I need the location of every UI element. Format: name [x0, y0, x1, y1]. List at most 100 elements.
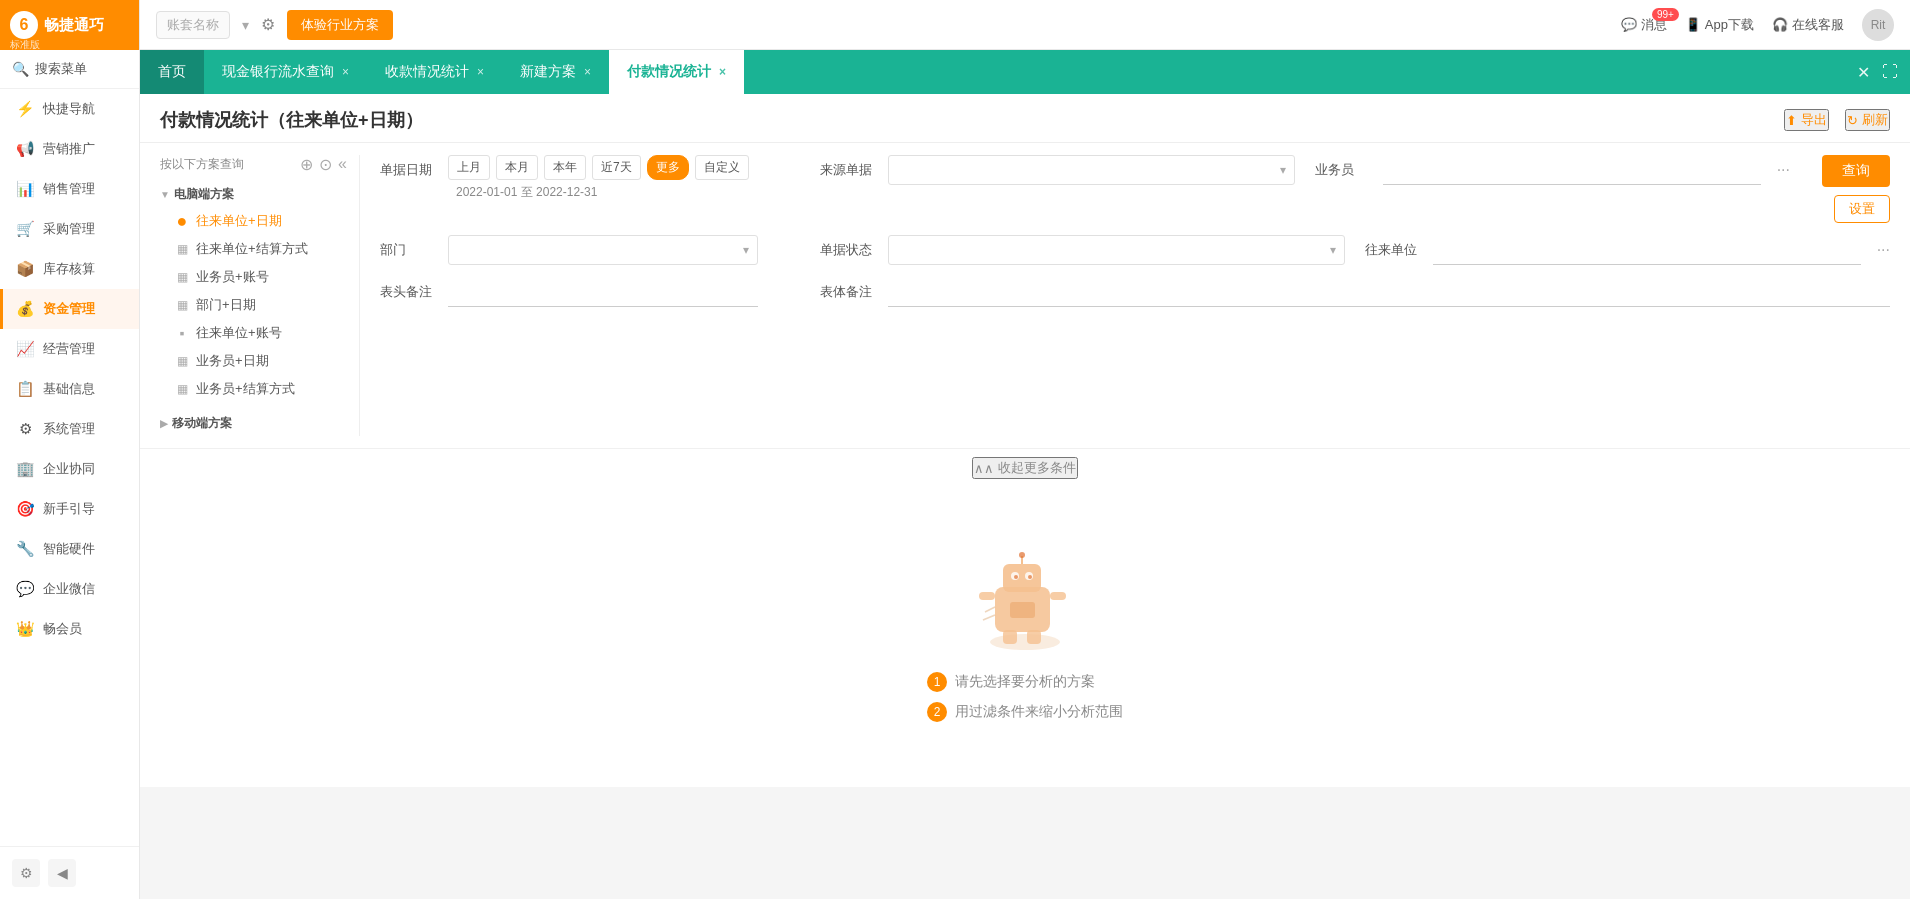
sidebar-item-wechat[interactable]: 💬 企业微信	[0, 569, 139, 609]
tab-payments-close[interactable]: ×	[719, 65, 726, 79]
mobile-group-title[interactable]: ▶ 移动端方案	[160, 411, 347, 436]
sidebar-item-enterprise[interactable]: 🏢 企业协同	[0, 449, 139, 489]
messages-button[interactable]: 💬 消息 99+	[1621, 16, 1667, 34]
last-month-btn[interactable]: 上月	[448, 155, 490, 180]
sidebar-item-finance[interactable]: 💰 资金管理	[0, 289, 139, 329]
sidebar-item-label: 企业协同	[43, 460, 95, 478]
sidebar-item-basic[interactable]: 📋 基础信息	[0, 369, 139, 409]
scheme-item-staff-account[interactable]: ▦ 业务员+账号	[160, 263, 347, 291]
sidebar-item-marketing[interactable]: 📢 营销推广	[0, 129, 139, 169]
sidebar-item-member[interactable]: 👑 畅会员	[0, 609, 139, 649]
staff-more-icon[interactable]: ···	[1777, 161, 1790, 179]
scheme-header-icons: ⊕ ⊙ «	[300, 155, 347, 174]
scheme-item-staff-settle[interactable]: ▦ 业务员+结算方式	[160, 375, 347, 403]
system-icon: ⚙	[15, 419, 35, 439]
date-range-display: 2022-01-01 至 2022-12-31	[456, 184, 749, 201]
mobile-group-label: 移动端方案	[172, 415, 232, 432]
table-body-note-input[interactable]	[888, 277, 1890, 307]
settings-button[interactable]: 设置	[1834, 195, 1890, 223]
tab-home[interactable]: 首页	[140, 50, 204, 94]
query-button[interactable]: 查询	[1822, 155, 1890, 187]
tab-bank[interactable]: 现金银行流水查询 ×	[204, 50, 367, 94]
related-unit-input[interactable]	[1433, 235, 1861, 265]
settings-scheme-icon[interactable]: ⊙	[319, 155, 332, 174]
desktop-group-label: 电脑端方案	[174, 186, 234, 203]
voucher-status-select[interactable]: ▾	[888, 235, 1345, 265]
more-dates-btn[interactable]: 更多	[647, 155, 689, 180]
scheme-item-staff-date[interactable]: ▦ 业务员+日期	[160, 347, 347, 375]
close-all-tabs-icon[interactable]: ✕	[1857, 63, 1870, 82]
collapse-row: ∧∧ 收起更多条件	[140, 448, 1910, 487]
online-service-button[interactable]: 🎧 在线客服	[1772, 16, 1844, 34]
sidebar-item-quick-nav[interactable]: ⚡ 快捷导航	[0, 89, 139, 129]
user-avatar[interactable]: Rit	[1862, 9, 1894, 41]
last-7days-btn[interactable]: 近7天	[592, 155, 641, 180]
tab-bank-label: 现金银行流水查询	[222, 63, 334, 81]
logo-icon: 6	[10, 11, 38, 39]
scheme-item-unit-account[interactable]: ▪ 往来单位+账号	[160, 319, 347, 347]
svg-point-5	[1014, 575, 1018, 579]
related-unit-more-icon[interactable]: ···	[1877, 241, 1890, 259]
export-button[interactable]: ⬆ 导出	[1784, 109, 1829, 131]
svg-rect-13	[1010, 602, 1035, 618]
tab-payments[interactable]: 付款情况统计 ×	[609, 50, 744, 94]
nav-tabs: 首页 现金银行流水查询 × 收款情况统计 × 新建方案 × 付款情况统计 × ✕…	[140, 50, 1910, 94]
sidebar-item-label: 资金管理	[43, 300, 95, 318]
trial-button[interactable]: 体验行业方案	[287, 10, 393, 40]
scheme-item-label: 业务员+日期	[196, 352, 269, 370]
inventory-icon: 📦	[15, 259, 35, 279]
dept-select[interactable]: ▾	[448, 235, 758, 265]
tab-bank-close[interactable]: ×	[342, 65, 349, 79]
filter-actions: 查询 设置	[1810, 155, 1890, 223]
desktop-group-title[interactable]: ▼ 电脑端方案	[160, 182, 347, 207]
scheme-icon-2: ▦	[174, 269, 190, 285]
app-download-button[interactable]: 📱 App下载	[1685, 16, 1754, 34]
collapse-scheme-icon[interactable]: «	[338, 155, 347, 174]
sidebar-item-hardware[interactable]: 🔧 智能硬件	[0, 529, 139, 569]
app-download-label: App下载	[1705, 16, 1754, 34]
search-menu[interactable]: 🔍 搜索菜单	[0, 50, 139, 89]
scheme-item-unit-date[interactable]: ● 往来单位+日期	[160, 207, 347, 235]
settings-bottom-icon[interactable]: ⚙	[12, 859, 40, 887]
tab-new-scheme-close[interactable]: ×	[584, 65, 591, 79]
this-month-btn[interactable]: 本月	[496, 155, 538, 180]
scheme-active-icon: ●	[174, 213, 190, 229]
collapse-button[interactable]: ∧∧ 收起更多条件	[972, 457, 1078, 479]
tab-new-scheme[interactable]: 新建方案 ×	[502, 50, 609, 94]
sidebar-item-operations[interactable]: 📈 经营管理	[0, 329, 139, 369]
this-year-btn[interactable]: 本年	[544, 155, 586, 180]
scheme-icon-4: ▪	[174, 325, 190, 341]
mobile-group-arrow: ▶	[160, 418, 168, 429]
page-title: 付款情况统计（往来单位+日期）	[160, 108, 423, 132]
custom-date-btn[interactable]: 自定义	[695, 155, 749, 180]
nav-tabs-actions: ✕ ⛶	[1857, 50, 1910, 94]
refresh-icon: ↻	[1847, 113, 1858, 128]
sidebar-item-sales[interactable]: 📊 销售管理	[0, 169, 139, 209]
main-content: 账套名称 ▾ ⚙ 体验行业方案 💬 消息 99+ 📱 App下载 🎧 在线客服 …	[140, 0, 1910, 899]
sidebar-item-purchase[interactable]: 🛒 采购管理	[0, 209, 139, 249]
account-dropdown-icon[interactable]: ▾	[242, 17, 249, 33]
settings-icon[interactable]: ⚙	[261, 15, 275, 34]
sidebar-bottom: ⚙ ◀	[0, 846, 139, 899]
empty-state: 1 请先选择要分析的方案 2 用过滤条件来缩小分析范围	[140, 487, 1910, 787]
svg-point-6	[1028, 575, 1032, 579]
tab-receipts-close[interactable]: ×	[477, 65, 484, 79]
svg-rect-9	[979, 592, 995, 600]
svg-rect-12	[1027, 630, 1041, 644]
scheme-item-label: 业务员+结算方式	[196, 380, 295, 398]
maximize-icon[interactable]: ⛶	[1882, 63, 1898, 81]
sidebar-item-system[interactable]: ⚙ 系统管理	[0, 409, 139, 449]
table-header-note-input[interactable]	[448, 277, 758, 307]
enterprise-icon: 🏢	[15, 459, 35, 479]
sidebar-item-guide[interactable]: 🎯 新手引导	[0, 489, 139, 529]
scheme-item-unit-settle[interactable]: ▦ 往来单位+结算方式	[160, 235, 347, 263]
tab-receipts[interactable]: 收款情况统计 ×	[367, 50, 502, 94]
refresh-button[interactable]: ↻ 刷新	[1845, 109, 1890, 131]
desktop-group-arrow: ▼	[160, 189, 170, 200]
sidebar-item-inventory[interactable]: 📦 库存核算	[0, 249, 139, 289]
collapse-sidebar-icon[interactable]: ◀	[48, 859, 76, 887]
source-voucher-select[interactable]: ▾	[888, 155, 1295, 185]
scheme-item-dept-date[interactable]: ▦ 部门+日期	[160, 291, 347, 319]
staff-input[interactable]	[1383, 155, 1761, 185]
add-scheme-icon[interactable]: ⊕	[300, 155, 313, 174]
